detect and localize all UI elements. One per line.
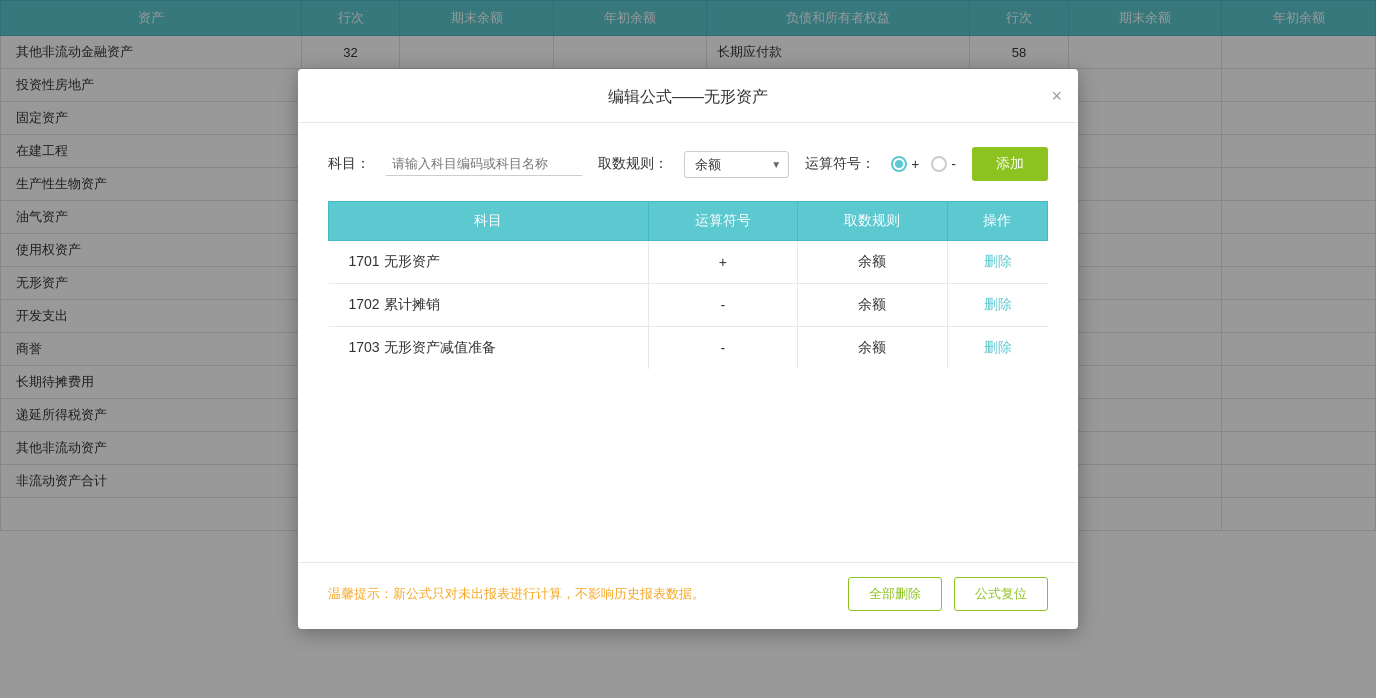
table-row: 1702 累计摊销-余额 删除 [329,284,1048,327]
modal-body: 科目： 取数规则： 余额 借方发生额 贷方发生额 ▼ 运算符号： + [298,123,1078,562]
delete-row-link[interactable]: 删除 [984,253,1012,269]
modal-close-button[interactable]: × [1051,87,1062,105]
table-header-subject: 科目 [329,202,649,241]
formula-action: 删除 [947,241,1047,284]
modal-header: 编辑公式——无形资产 × [298,69,1078,123]
formula-action: 删除 [947,284,1047,327]
formula-operator: - [648,284,798,327]
table-row: 1703 无形资产减值准备-余额 删除 [329,327,1048,370]
table-header-action: 操作 [947,202,1047,241]
hint-text: 温馨提示：新公式只对未出报表进行计算，不影响历史报表数据。 [328,585,705,603]
radio-plus-label: + [911,156,919,172]
rule-select-wrap: 余额 借方发生额 贷方发生额 ▼ [684,151,789,178]
radio-minus-label: - [951,156,956,172]
delete-row-link[interactable]: 删除 [984,296,1012,312]
radio-plus-circle[interactable] [891,156,907,172]
rule-select[interactable]: 余额 借方发生额 贷方发生额 [684,151,789,178]
modal-footer: 温馨提示：新公式只对未出报表进行计算，不影响历史报表数据。 全部删除 公式复位 [298,562,1078,629]
formula-subject: 1702 累计摊销 [329,284,649,327]
formula-table: 科目 运算符号 取数规则 操作 1701 无形资产+余额删除1702 累计摊销-… [328,201,1048,369]
add-button[interactable]: 添加 [972,147,1048,181]
delete-all-button[interactable]: 全部删除 [848,577,942,611]
subject-input[interactable] [386,152,582,176]
formula-rule: 余额 [798,327,948,370]
table-header-operator: 运算符号 [648,202,798,241]
modal-dialog: 编辑公式——无形资产 × 科目： 取数规则： 余额 借方发生额 贷方发生额 ▼ … [298,69,1078,629]
formula-subject: 1701 无形资产 [329,241,649,284]
footer-buttons: 全部删除 公式复位 [848,577,1048,611]
table-row: 1701 无形资产+余额 删除 [329,241,1048,284]
formula-action: 删除 [947,327,1047,370]
reset-formula-button[interactable]: 公式复位 [954,577,1048,611]
operator-radio-group: + - [891,156,956,172]
formula-rule: 余额 [798,241,948,284]
radio-minus-item[interactable]: - [931,156,956,172]
delete-row-link[interactable]: 删除 [984,339,1012,355]
formula-rule: 余额 [798,284,948,327]
radio-minus-circle[interactable] [931,156,947,172]
subject-label: 科目： [328,155,370,173]
modal-overlay: 编辑公式——无形资产 × 科目： 取数规则： 余额 借方发生额 贷方发生额 ▼ … [0,0,1376,698]
form-row: 科目： 取数规则： 余额 借方发生额 贷方发生额 ▼ 运算符号： + [328,147,1048,181]
formula-subject: 1703 无形资产减值准备 [329,327,649,370]
modal-title: 编辑公式——无形资产 [608,87,768,108]
formula-operator: - [648,327,798,370]
table-header-rule: 取数规则 [798,202,948,241]
formula-operator: + [648,241,798,284]
rule-label: 取数规则： [598,155,668,173]
radio-plus-item[interactable]: + [891,156,919,172]
operator-label: 运算符号： [805,155,875,173]
